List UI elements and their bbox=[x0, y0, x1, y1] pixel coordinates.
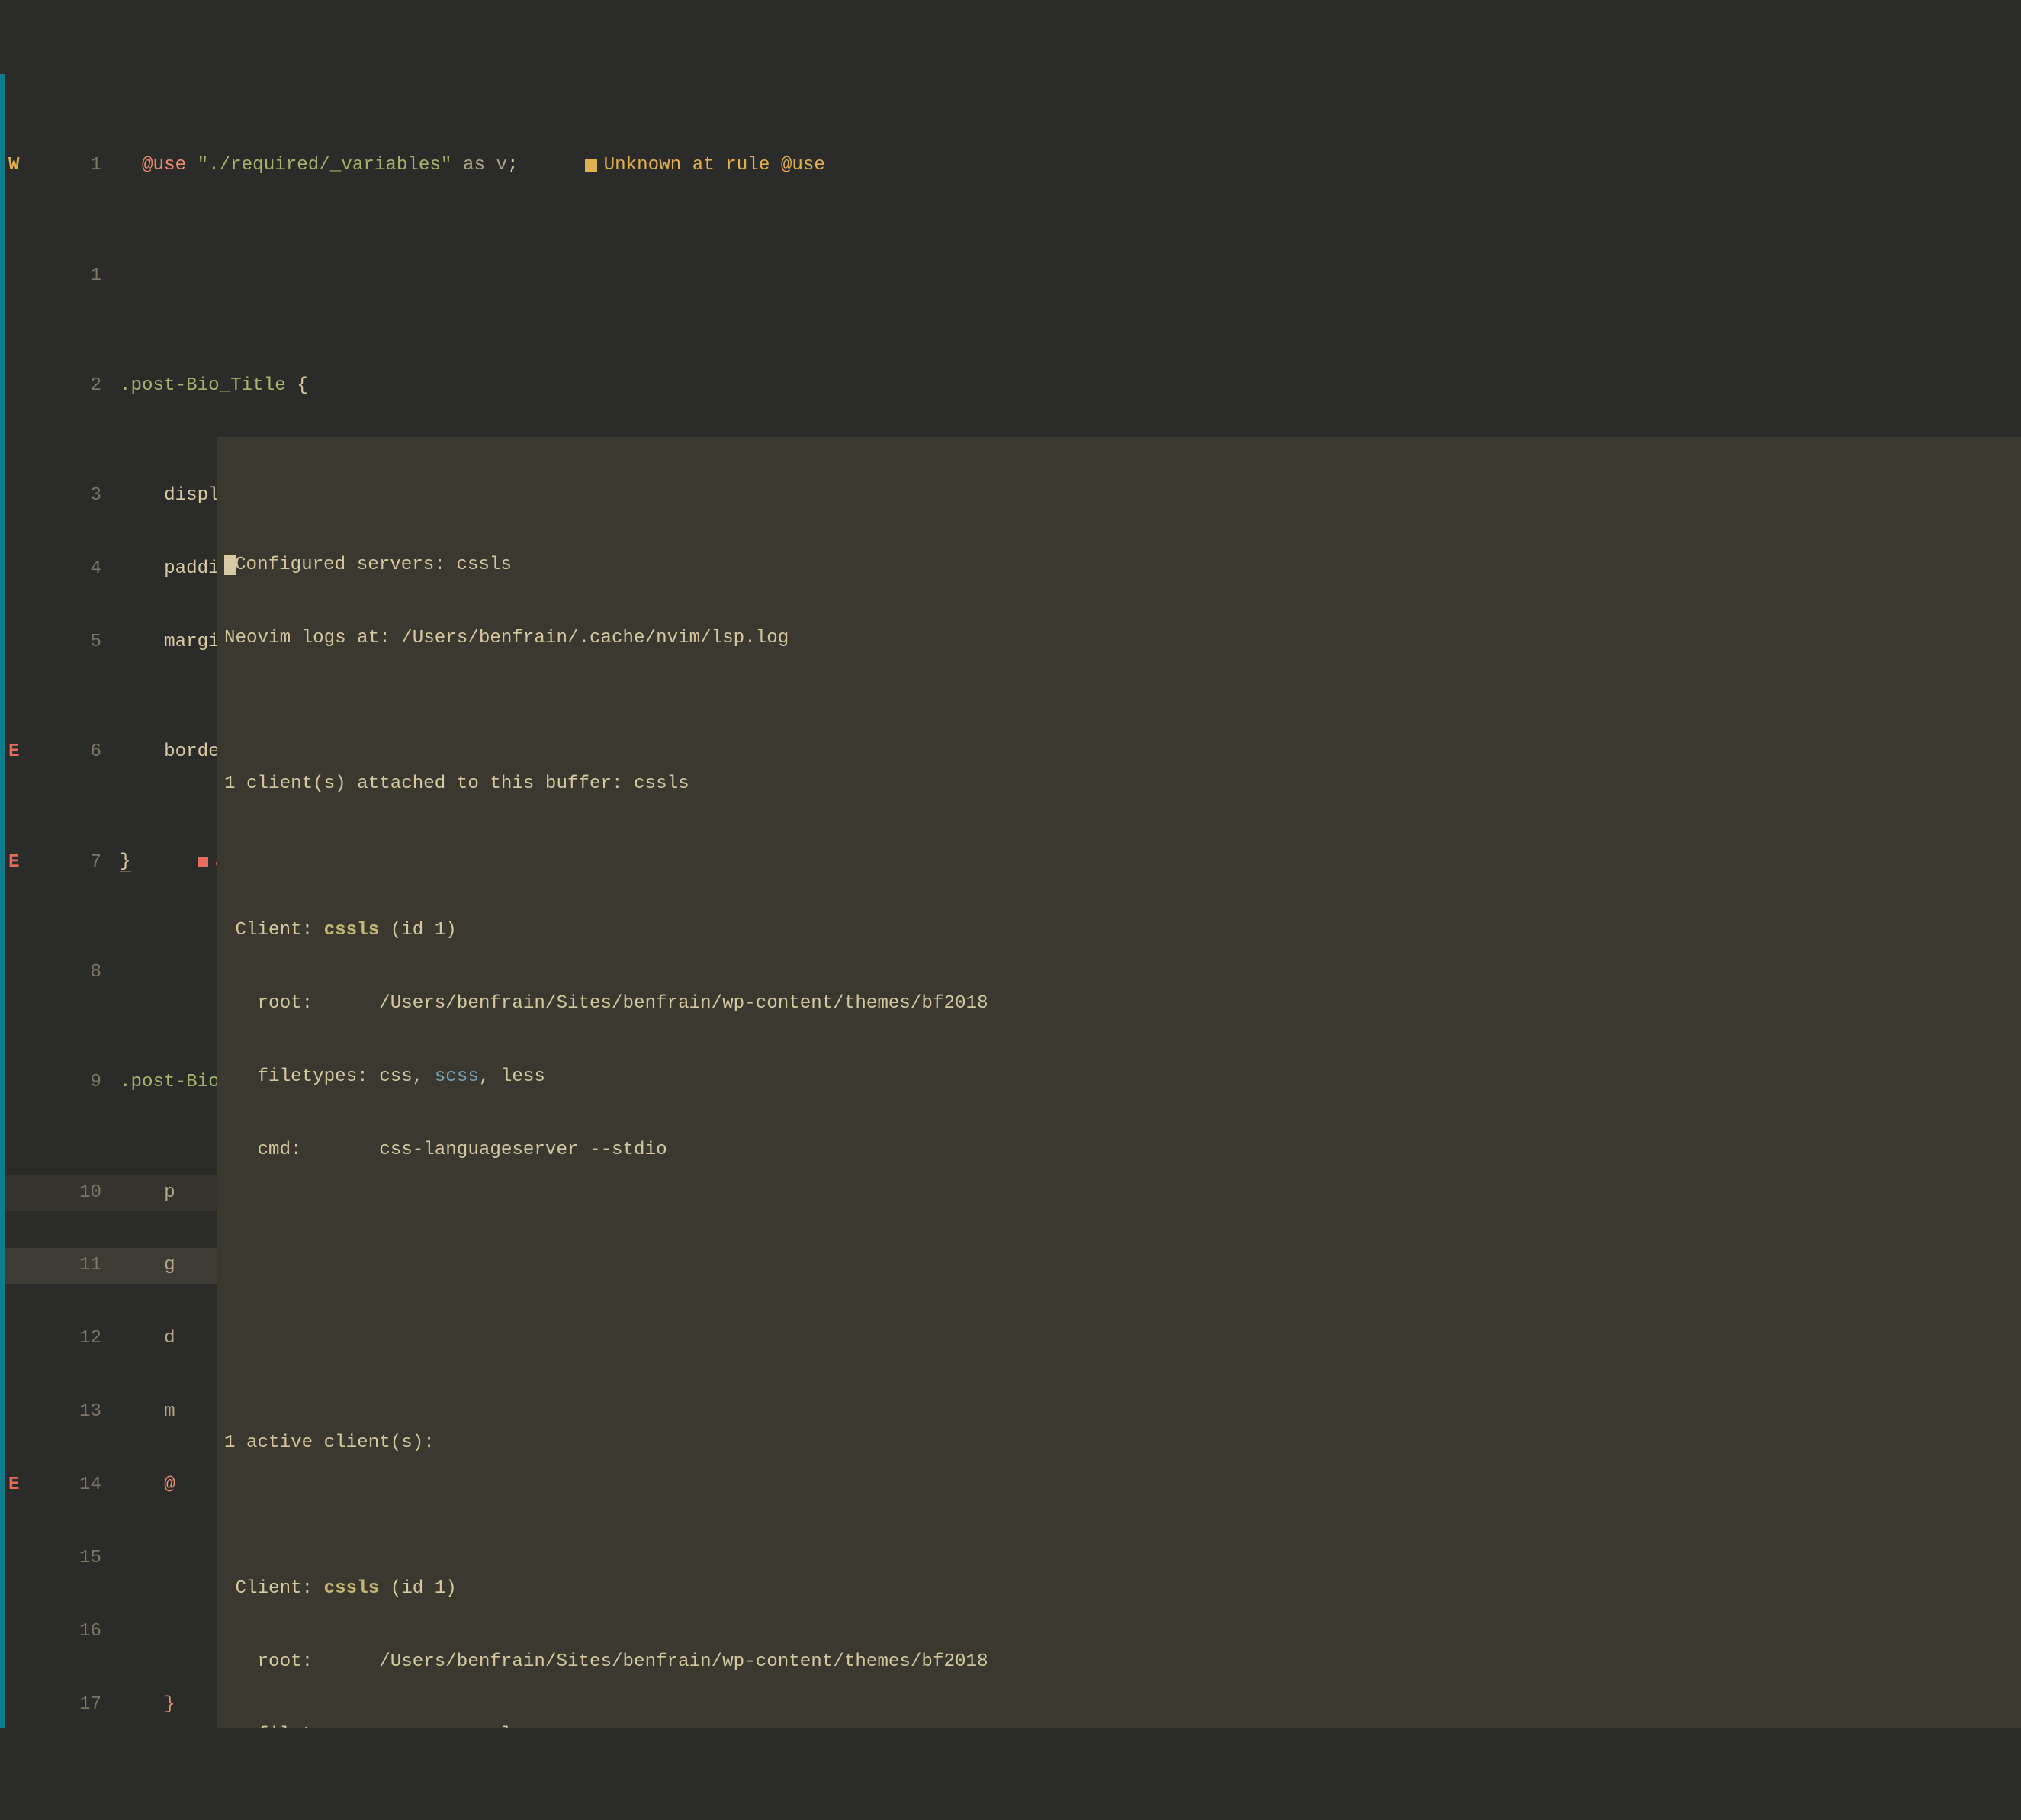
editor-viewport[interactable]: W 1 @use "./required/_variables" as v ; … bbox=[0, 74, 2021, 1728]
float-line bbox=[224, 1205, 2013, 1242]
accent-stripe bbox=[0, 74, 5, 1728]
code-row[interactable]: W 1 @use "./required/_variables" as v ; … bbox=[5, 148, 2021, 185]
float-line bbox=[224, 1498, 2013, 1535]
css-selector: .post-Bio_Title bbox=[120, 377, 286, 395]
at-rule: @use bbox=[142, 156, 186, 175]
float-line: Configured servers: cssls bbox=[224, 547, 2013, 584]
float-line: filetypes: css, scss, less bbox=[224, 1059, 2013, 1095]
cursor-block bbox=[224, 555, 236, 576]
float-line bbox=[224, 840, 2013, 876]
error-icon bbox=[198, 857, 209, 868]
warning-icon bbox=[585, 159, 598, 172]
code-cell[interactable]: @use "./required/_variables" as v ; Unkn… bbox=[112, 148, 2021, 185]
float-line: cmd: css-languageserver --stdio bbox=[224, 1132, 2013, 1169]
float-line: root: /Users/benfrain/Sites/benfrain/wp-… bbox=[224, 986, 2013, 1023]
float-line bbox=[224, 693, 2013, 730]
float-line: filetypes: css, scss, less bbox=[224, 1718, 2013, 1728]
float-line bbox=[224, 474, 2013, 510]
string-literal: "./required/_variables" bbox=[198, 156, 452, 175]
sign-column: W bbox=[5, 148, 45, 185]
float-line bbox=[224, 1352, 2013, 1388]
code-row[interactable]: 1 bbox=[5, 258, 2021, 294]
code-row[interactable]: 2 .post-Bio_Title { bbox=[5, 368, 2021, 404]
float-line bbox=[224, 1278, 2013, 1315]
float-line: 1 active client(s): bbox=[224, 1425, 2013, 1461]
line-number: 1 bbox=[45, 148, 112, 185]
float-line: 1 client(s) attached to this buffer: css… bbox=[224, 767, 2013, 803]
float-line: root: /Users/benfrain/Sites/benfrain/wp-… bbox=[224, 1645, 2013, 1681]
float-line: Neovim logs at: /Users/benfrain/.cache/n… bbox=[224, 620, 2013, 657]
lspinfo-float[interactable]: Configured servers: cssls Neovim logs at… bbox=[217, 437, 2021, 1728]
float-line: Client: cssls (id 1) bbox=[224, 1571, 2013, 1608]
diagnostic-text: Unknown at rule @use bbox=[604, 156, 825, 175]
float-line: Client: cssls (id 1) bbox=[224, 913, 2013, 950]
